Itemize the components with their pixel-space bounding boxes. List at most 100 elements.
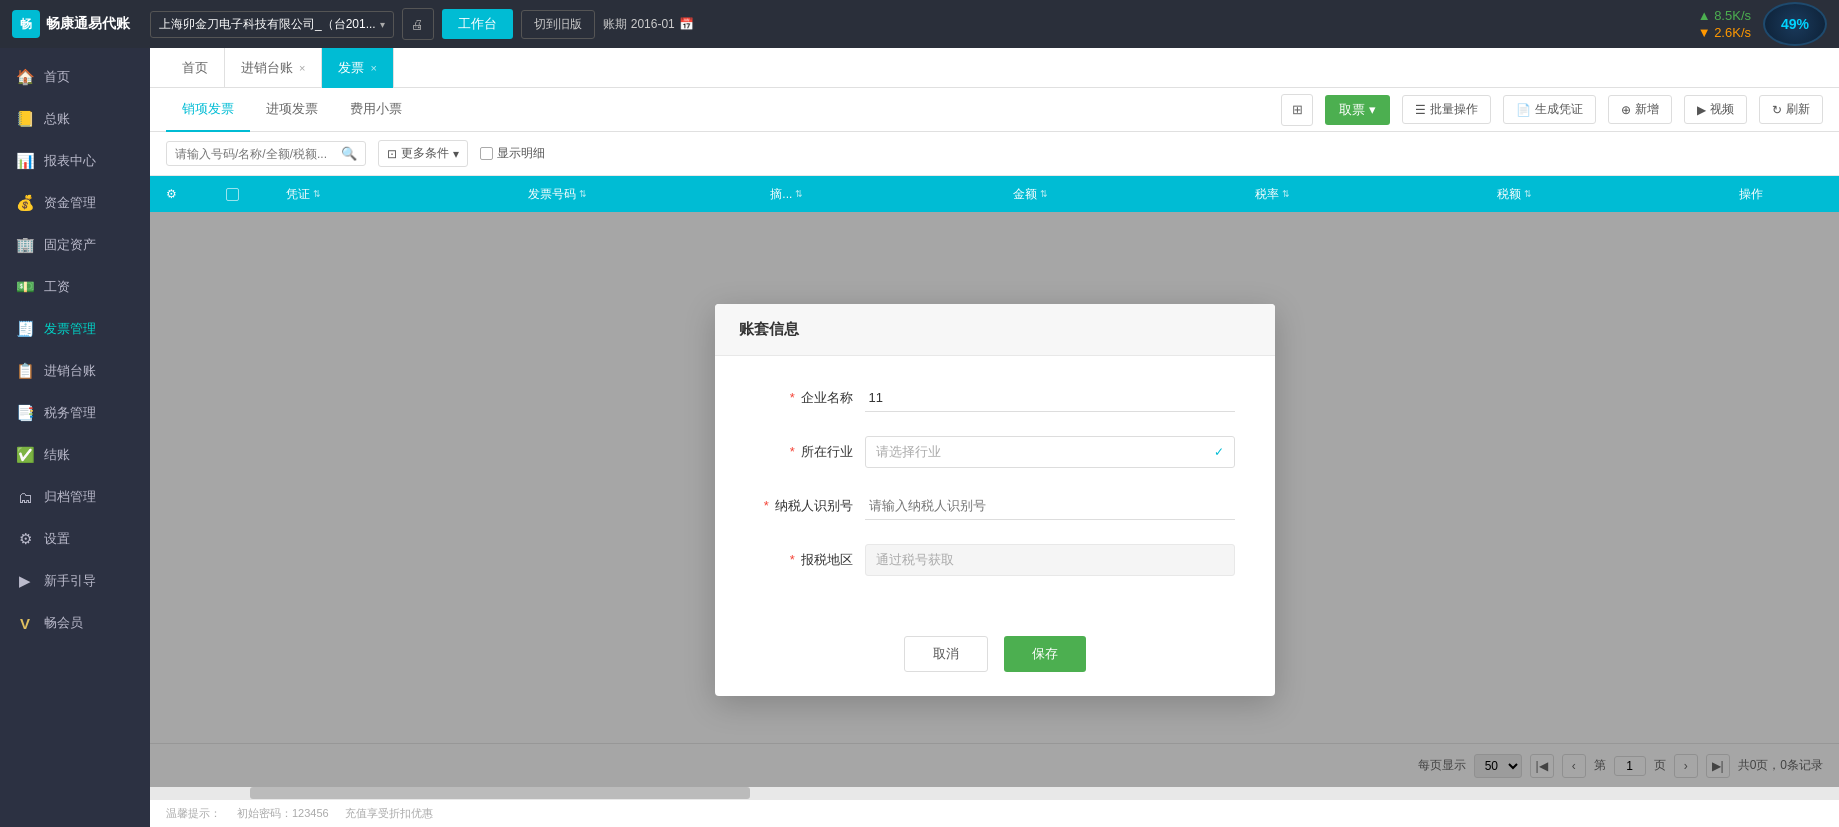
th-voucher[interactable]: 凭证 ⇅ xyxy=(278,186,520,203)
sidebar-item-vip[interactable]: V 畅会员 xyxy=(0,602,150,644)
tax-icon: 📑 xyxy=(16,404,34,422)
sidebar-item-sales-ledger[interactable]: 📋 进销台账 xyxy=(0,350,150,392)
th-tax-rate-sort[interactable]: ⇅ xyxy=(1282,189,1290,199)
required-star: * xyxy=(790,390,795,405)
show-detail-checkbox[interactable] xyxy=(480,147,493,160)
tab-invoice-label: 发票 xyxy=(338,59,364,77)
th-invoice-num[interactable]: 发票号码 ⇅ xyxy=(520,186,762,203)
get-ticket-label: 取票 xyxy=(1339,101,1365,119)
th-checkbox[interactable] xyxy=(218,188,278,201)
th-tax-rate[interactable]: 税率 ⇅ xyxy=(1247,186,1489,203)
sub-tab-purchase[interactable]: 进项发票 xyxy=(250,88,334,132)
video-label: 视频 xyxy=(1710,101,1734,118)
filter-icon: ⊡ xyxy=(387,147,397,161)
batch-op-button[interactable]: ☰ 批量操作 xyxy=(1402,95,1491,124)
calendar-icon[interactable]: 📅 xyxy=(679,17,694,31)
sub-tab-purchase-label: 进项发票 xyxy=(266,100,318,118)
sidebar-item-fund[interactable]: 💰 资金管理 xyxy=(0,182,150,224)
workbench-button[interactable]: 工作台 xyxy=(442,9,513,39)
sidebar-label-fund: 资金管理 xyxy=(44,194,96,212)
th-action: 操作 xyxy=(1731,186,1831,203)
tab-sales-ledger-close[interactable]: × xyxy=(299,62,305,74)
video-button[interactable]: ▶ 视频 xyxy=(1684,95,1747,124)
sub-tab-expense-label: 费用小票 xyxy=(350,100,402,118)
required-star-region: * xyxy=(790,552,795,567)
th-abstract-sort[interactable]: ⇅ xyxy=(795,189,803,199)
more-conditions-button[interactable]: ⊡ 更多条件 ▾ xyxy=(378,140,468,167)
modal-overlay[interactable]: 账套信息 * 企业名称 xyxy=(150,212,1839,787)
settings-icon: ⚙ xyxy=(16,530,34,548)
sidebar-item-ledger[interactable]: 📒 总账 xyxy=(0,98,150,140)
th-amount-sort[interactable]: ⇅ xyxy=(1040,189,1048,199)
th-voucher-sort[interactable]: ⇅ xyxy=(313,189,321,199)
th-invoice-num-sort[interactable]: ⇅ xyxy=(579,189,587,199)
company-name-input[interactable] xyxy=(865,384,1235,412)
tax-region-disabled: 通过税号获取 xyxy=(865,544,1235,576)
horizontal-scrollbar[interactable] xyxy=(150,787,1839,799)
sidebar-item-guide[interactable]: ▶ 新手引导 xyxy=(0,560,150,602)
sidebar-label-assets: 固定资产 xyxy=(44,236,96,254)
report-icon: 📊 xyxy=(16,152,34,170)
th-abstract[interactable]: 摘... ⇅ xyxy=(762,186,1004,203)
th-abstract-label: 摘... xyxy=(770,186,792,203)
th-settings[interactable]: ⚙ xyxy=(158,187,218,201)
tab-invoice[interactable]: 发票 × xyxy=(322,48,393,88)
tab-sales-ledger[interactable]: 进销台账 × xyxy=(225,48,322,88)
fund-icon: 💰 xyxy=(16,194,34,212)
speed-up: ▲ 8.5K/s xyxy=(1698,8,1751,23)
industry-placeholder: 请选择行业 xyxy=(876,443,941,461)
th-amount-label: 金额 xyxy=(1013,186,1037,203)
scrollbar-thumb[interactable] xyxy=(250,787,750,799)
refresh-label: 刷新 xyxy=(1786,101,1810,118)
search-icon[interactable]: 🔍 xyxy=(341,146,357,161)
th-amount[interactable]: 金额 ⇅ xyxy=(1005,186,1247,203)
app-layout: 🏠 首页 📒 总账 📊 报表中心 💰 资金管理 🏢 固定资产 💵 工资 🧾 发票… xyxy=(0,48,1839,827)
save-button[interactable]: 保存 xyxy=(1004,636,1086,672)
video-icon: ▶ xyxy=(1697,103,1706,117)
gen-voucher-button[interactable]: 📄 生成凭证 xyxy=(1503,95,1596,124)
grid-layout-btn[interactable]: ⊞ xyxy=(1281,94,1313,126)
new-label: 新增 xyxy=(1635,101,1659,118)
get-ticket-button[interactable]: 取票 ▾ xyxy=(1325,95,1390,125)
app-name: 畅康通易代账 xyxy=(46,15,130,33)
sub-toolbar: 销项发票 进项发票 费用小票 ⊞ 取票 ▾ ☰ 批量操作 xyxy=(150,88,1839,132)
sidebar-item-archive[interactable]: 🗂 归档管理 xyxy=(0,476,150,518)
switch-old-button[interactable]: 切到旧版 xyxy=(521,10,595,39)
sidebar-item-settle[interactable]: ✅ 结账 xyxy=(0,434,150,476)
grid-icon: ⊞ xyxy=(1292,102,1303,117)
tax-id-input[interactable] xyxy=(865,492,1235,520)
cancel-button[interactable]: 取消 xyxy=(904,636,988,672)
main-content: 首页 进销台账 × 发票 × 销项发票 进项发票 费用小票 xyxy=(150,48,1839,827)
select-all-checkbox[interactable] xyxy=(226,188,239,201)
th-tax-amount[interactable]: 税额 ⇅ xyxy=(1489,186,1731,203)
sidebar-item-invoice[interactable]: 🧾 发票管理 xyxy=(0,308,150,350)
sidebar-label-settings: 设置 xyxy=(44,530,70,548)
th-tax-rate-label: 税率 xyxy=(1255,186,1279,203)
sidebar-item-report[interactable]: 📊 报表中心 xyxy=(0,140,150,182)
topbar: 畅 畅康通易代账 上海卯金刀电子科技有限公司_（台201... ▾ 🖨 工作台 … xyxy=(0,0,1839,48)
sub-tab-expense[interactable]: 费用小票 xyxy=(334,88,418,132)
print-icon-btn[interactable]: 🖨 xyxy=(402,8,434,40)
sidebar-item-settings[interactable]: ⚙ 设置 xyxy=(0,518,150,560)
new-button[interactable]: ⊕ 新增 xyxy=(1608,95,1672,124)
industry-select[interactable]: 请选择行业 ✓ xyxy=(865,436,1235,468)
tab-invoice-close[interactable]: × xyxy=(370,62,376,74)
tab-home[interactable]: 首页 xyxy=(166,48,225,88)
settle-icon: ✅ xyxy=(16,446,34,464)
refresh-button[interactable]: ↻ 刷新 xyxy=(1759,95,1823,124)
search-wrap: 🔍 xyxy=(166,141,366,166)
speed-down: ▼ 2.6K/s xyxy=(1698,25,1751,40)
sidebar-item-tax[interactable]: 📑 税务管理 xyxy=(0,392,150,434)
sidebar-item-salary[interactable]: 💵 工资 xyxy=(0,266,150,308)
sub-tab-sales[interactable]: 销项发票 xyxy=(166,88,250,132)
modal-header: 账套信息 xyxy=(715,304,1275,356)
period-label: 账期 xyxy=(603,16,627,33)
th-tax-amount-sort[interactable]: ⇅ xyxy=(1524,189,1532,199)
settings-col-icon: ⚙ xyxy=(166,187,177,201)
sidebar-label-report: 报表中心 xyxy=(44,152,96,170)
sidebar-item-home[interactable]: 🏠 首页 xyxy=(0,56,150,98)
company-selector[interactable]: 上海卯金刀电子科技有限公司_（台201... ▾ xyxy=(150,11,394,38)
sidebar-item-assets[interactable]: 🏢 固定资产 xyxy=(0,224,150,266)
show-detail-toggle[interactable]: 显示明细 xyxy=(480,145,545,162)
search-input[interactable] xyxy=(175,147,341,161)
